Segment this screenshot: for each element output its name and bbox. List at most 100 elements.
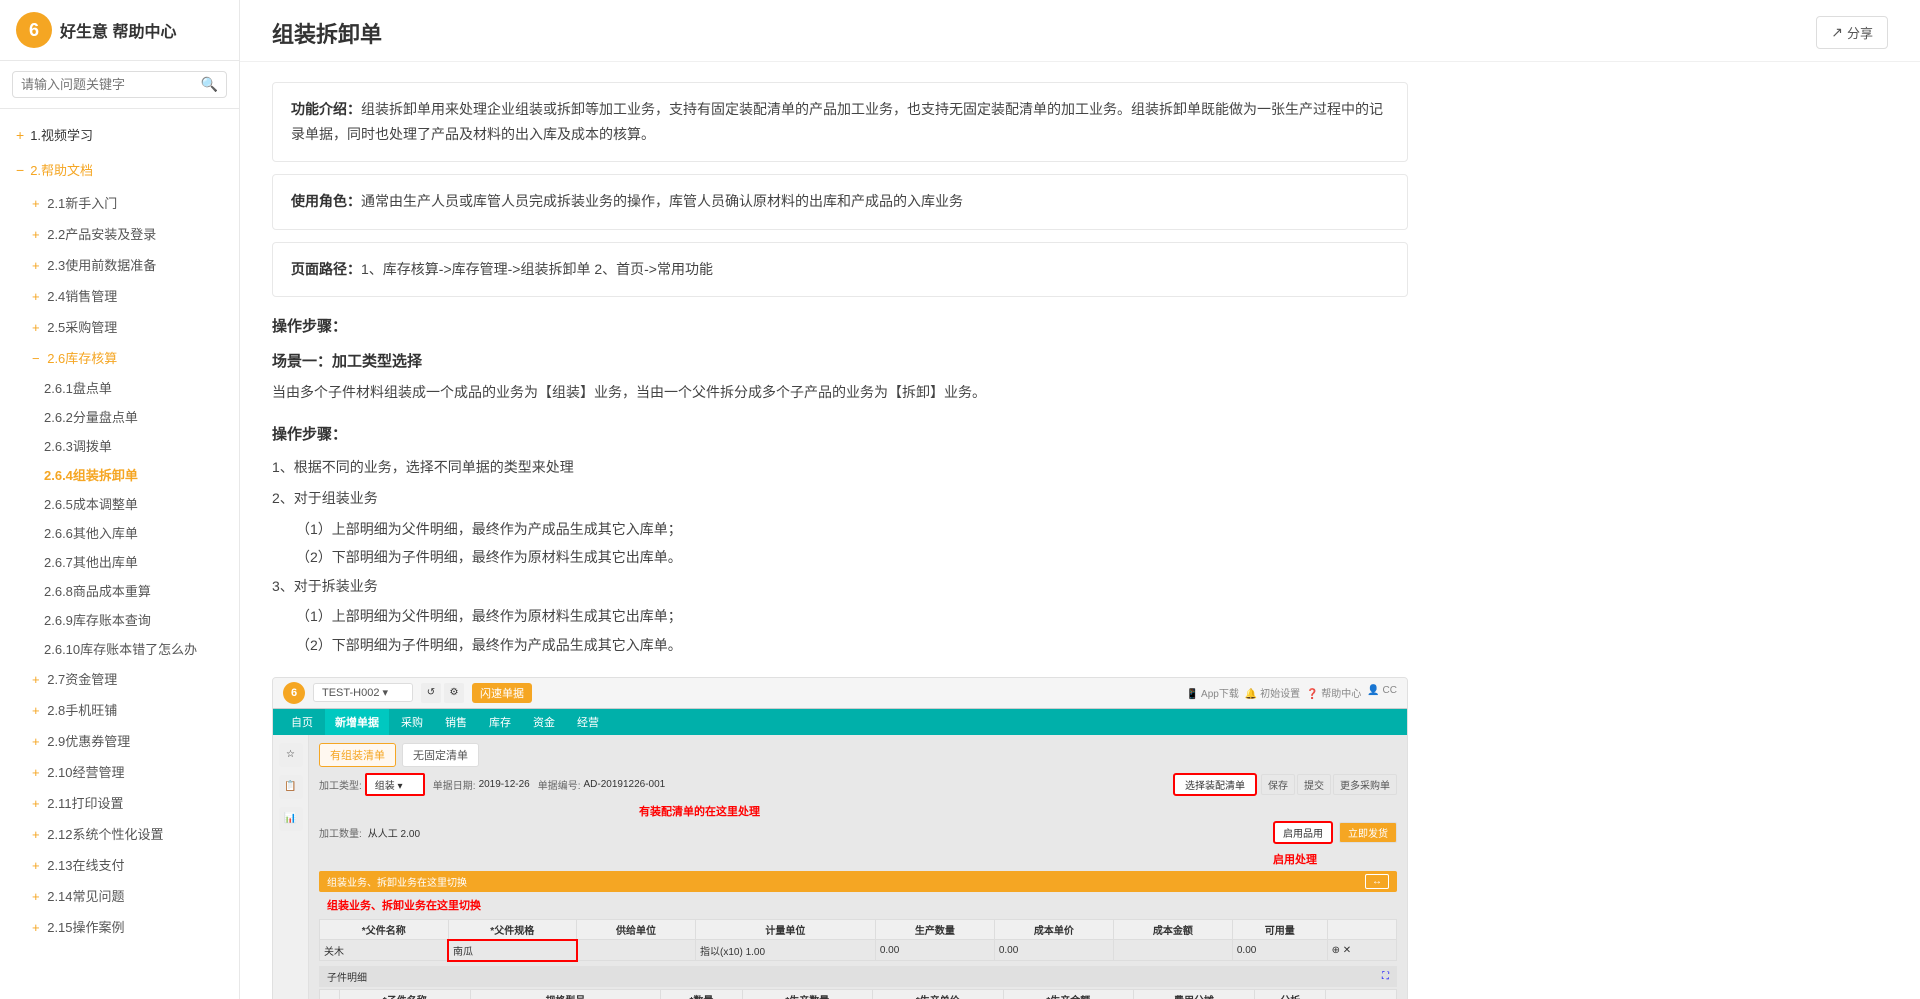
ss-expand-icon[interactable]: ↔ — [1365, 874, 1389, 889]
sidebar-item-docs-label: 2.帮助文档 — [30, 160, 93, 179]
ss-upper-table-row-1: 关木 南瓜 指以(x10) 1.00 0.00 0.00 0.00 ⊕ ✕ — [320, 940, 1397, 961]
ss-company-select: TEST-H002 ▾ — [313, 683, 413, 702]
ss-save-btn[interactable]: 保存 — [1261, 774, 1295, 795]
ss-inner-content: ☆ 📋 📊 有组装清单 无固定清单 — [273, 735, 1407, 999]
ss-enable-select[interactable]: 启用品用 — [1273, 821, 1333, 844]
ss-nav-purchase[interactable]: 采购 — [391, 709, 433, 735]
plus-icon: + — [32, 672, 40, 687]
main-content: 组装拆卸单 ↗ 分享 功能介绍：组装拆卸单用来处理企业组装或拆卸等加工业务，支持… — [240, 0, 1920, 999]
ss-fullscreen-icon[interactable]: ⛶ — [1382, 971, 1389, 982]
function-intro-text: 组装拆卸单用来处理企业组装或拆卸等加工业务，支持有固定装配清单的产品加工业务，也… — [291, 101, 1383, 142]
sidebar-item-purchase[interactable]: + 2.5采购管理 — [0, 311, 239, 342]
screenshot-wrapper: 6 TEST-H002 ▾ ↺ ⚙ 闪速单据 📱 App下载 🔔 初始设置 ❓ … — [273, 678, 1407, 999]
sidebar-item-mobile[interactable]: + 2.8手机旺铺 — [0, 694, 239, 725]
sidebar-item-faq[interactable]: + 2.14常见问题 — [0, 880, 239, 911]
ss-more-btn[interactable]: 更多采购单 — [1333, 774, 1397, 795]
function-intro-block: 功能介绍：组装拆卸单用来处理企业组装或拆卸等加工业务，支持有固定装配清单的产品加… — [272, 82, 1408, 162]
ss-nav-bar: 自页 新增单据 采购 销售 库存 资金 经营 — [273, 709, 1407, 735]
ss-nav-home[interactable]: 自页 — [281, 709, 323, 735]
ss-left-icon-1: ☆ — [279, 743, 303, 767]
sidebar-item-inventory-2-6-8[interactable]: 2.6.8商品成本重算 — [0, 576, 239, 605]
search-icon[interactable]: 🔍 — [201, 76, 218, 93]
search-input[interactable] — [21, 77, 201, 92]
path-text: 1、库存核算->库存管理->组装拆卸单 2、首页->常用功能 — [361, 261, 713, 277]
ss-lower-table-header: 子件明细 ⛶ — [319, 966, 1397, 987]
function-intro-label: 功能介绍： — [291, 101, 361, 117]
sidebar-item-inventory-2-6-5[interactable]: 2.6.5成本调整单 — [0, 489, 239, 518]
sidebar-item-docs[interactable]: − 2.帮助文档 — [0, 152, 239, 187]
ss-field-num: 单据编号: AD-20191226-001 — [538, 777, 666, 792]
step-3-sub1: （1）上部明细为父件明细，最终作为原材料生成其它出库单； — [296, 603, 1408, 630]
sidebar-item-newbie[interactable]: + 2.1新手入门 — [0, 187, 239, 218]
ss-logo: 6 — [283, 682, 305, 704]
nav-section-2: − 2.帮助文档 + 2.1新手入门 + 2.2产品安装及登录 + 2.3使用前… — [0, 152, 239, 942]
ss-nav-ops[interactable]: 经营 — [567, 709, 609, 735]
sidebar-item-inventory-2-6-7[interactable]: 2.6.7其他出库单 — [0, 547, 239, 576]
sidebar-item-inventory-2-6-9[interactable]: 2.6.9库存账本查询 — [0, 605, 239, 634]
logo-text: 好生意 帮助中心 — [60, 18, 176, 42]
share-button[interactable]: ↗ 分享 — [1816, 16, 1888, 49]
ss-new-doc-btn[interactable]: 闪速单据 — [472, 683, 532, 703]
ss-nav-new[interactable]: 新增单据 — [325, 709, 389, 735]
sidebar-item-cases[interactable]: + 2.15操作案例 — [0, 911, 239, 942]
scene1-title: 场景一：加工类型选择 — [272, 350, 1408, 371]
annotation1-text: 有装配清单的在这里处理 — [639, 806, 760, 818]
ss-annotation1-area: 选择装配清单 保存 提交 更多采购单 — [1173, 773, 1397, 796]
ss-sub-form: 加工数量: 从人工 2.00 启用品用 立即发货 — [319, 821, 1397, 844]
ss-top-icons: ↺ ⚙ — [421, 683, 464, 703]
sidebar-item-sales[interactable]: + 2.4销售管理 — [0, 280, 239, 311]
ss-tab-guding[interactable]: 有组装清单 — [319, 743, 396, 767]
ss-field-type: 加工类型: 组装 ▾ — [319, 773, 425, 796]
steps-list: 1、根据不同的业务，选择不同单据的类型来处理 2、对于组装业务 （1）上部明细为… — [272, 454, 1408, 658]
annotation3-text: 启用处理 — [1273, 854, 1317, 866]
search-area: 🔍 — [0, 61, 239, 109]
ops-title: 操作步骤： — [272, 315, 1408, 336]
ss-field-date: 单据日期: 2019-12-26 — [433, 777, 530, 792]
content-body: 功能介绍：组装拆卸单用来处理企业组装或拆卸等加工业务，支持有固定装配清单的产品加… — [240, 62, 1440, 999]
plus-icon: + — [32, 858, 40, 873]
sidebar-item-coupon[interactable]: + 2.9优惠券管理 — [0, 725, 239, 756]
ss-action-btns: 保存 提交 更多采购单 — [1261, 774, 1397, 795]
sidebar-item-print[interactable]: + 2.11打印设置 — [0, 787, 239, 818]
page-title: 组装拆卸单 — [272, 17, 382, 49]
ss-annotation3-row: 启用处理 — [319, 850, 1397, 867]
plus-icon: + — [32, 258, 40, 273]
sidebar-item-inventory-2-6-1[interactable]: 2.6.1盘点单 — [0, 373, 239, 402]
collapse-icon: − — [16, 162, 24, 178]
plus-icon: + — [32, 289, 40, 304]
ss-form-area: 有组装清单 无固定清单 加工类型: 组装 ▾ 单据日期: 2019-12- — [309, 735, 1407, 999]
ss-orange-header: 组装业务、拆卸业务在这里切换 ↔ — [319, 871, 1397, 892]
sidebar-item-settings[interactable]: + 2.12系统个性化设置 — [0, 818, 239, 849]
plus-icon: + — [32, 920, 40, 935]
ss-form-fields: 加工类型: 组装 ▾ 单据日期: 2019-12-26 单据编号: AD-201… — [319, 773, 1397, 796]
ss-submit-btn[interactable]: 提交 — [1297, 774, 1331, 795]
sidebar-item-video-label: 1.视频学习 — [30, 125, 93, 144]
ss-type-select[interactable]: 组装 ▾ — [365, 773, 425, 796]
sidebar-item-finance[interactable]: + 2.7资金管理 — [0, 663, 239, 694]
logo-area: 6 好生意 帮助中心 — [0, 0, 239, 61]
sidebar-item-inventory[interactable]: − 2.6库存核算 — [0, 342, 239, 373]
sidebar-item-inventory-2-6-10[interactable]: 2.6.10库存账本错了怎么办 — [0, 634, 239, 663]
step-2-sub1: （1）上部明细为父件明细，最终作为产成品生成其它入库单； — [296, 516, 1408, 543]
ss-nav-sales[interactable]: 销售 — [435, 709, 477, 735]
page-header: 组装拆卸单 ↗ 分享 — [240, 0, 1920, 62]
sidebar-item-data-prep[interactable]: + 2.3使用前数据准备 — [0, 249, 239, 280]
ss-confirm-btn[interactable]: 立即发货 — [1339, 822, 1397, 843]
annotation2-text: 组装业务、拆卸业务在这里切换 — [327, 900, 481, 912]
sidebar-item-inventory-2-6-4[interactable]: 2.6.4组装拆卸单 — [0, 460, 239, 489]
sidebar-item-payment[interactable]: + 2.13在线支付 — [0, 849, 239, 880]
ss-bom-select[interactable]: 选择装配清单 — [1173, 773, 1257, 796]
sidebar-item-install[interactable]: + 2.2产品安装及登录 — [0, 218, 239, 249]
ss-tab-free[interactable]: 无固定清单 — [402, 743, 479, 767]
ss-nav-finance[interactable]: 资金 — [523, 709, 565, 735]
step-1: 1、根据不同的业务，选择不同单据的类型来处理 — [272, 454, 1408, 481]
sidebar-item-inventory-2-6-6[interactable]: 2.6.6其他入库单 — [0, 518, 239, 547]
sidebar-item-inventory-2-6-3[interactable]: 2.6.3调拨单 — [0, 431, 239, 460]
sidebar-item-video[interactable]: + 1.视频学习 — [0, 117, 239, 152]
plus-icon: + — [32, 765, 40, 780]
sidebar-item-inventory-2-6-2[interactable]: 2.6.2分量盘点单 — [0, 402, 239, 431]
sidebar-item-ops[interactable]: + 2.10经营管理 — [0, 756, 239, 787]
ss-nav-inventory[interactable]: 库存 — [479, 709, 521, 735]
nav-section-1: + 1.视频学习 — [0, 117, 239, 152]
plus-icon: + — [32, 227, 40, 242]
